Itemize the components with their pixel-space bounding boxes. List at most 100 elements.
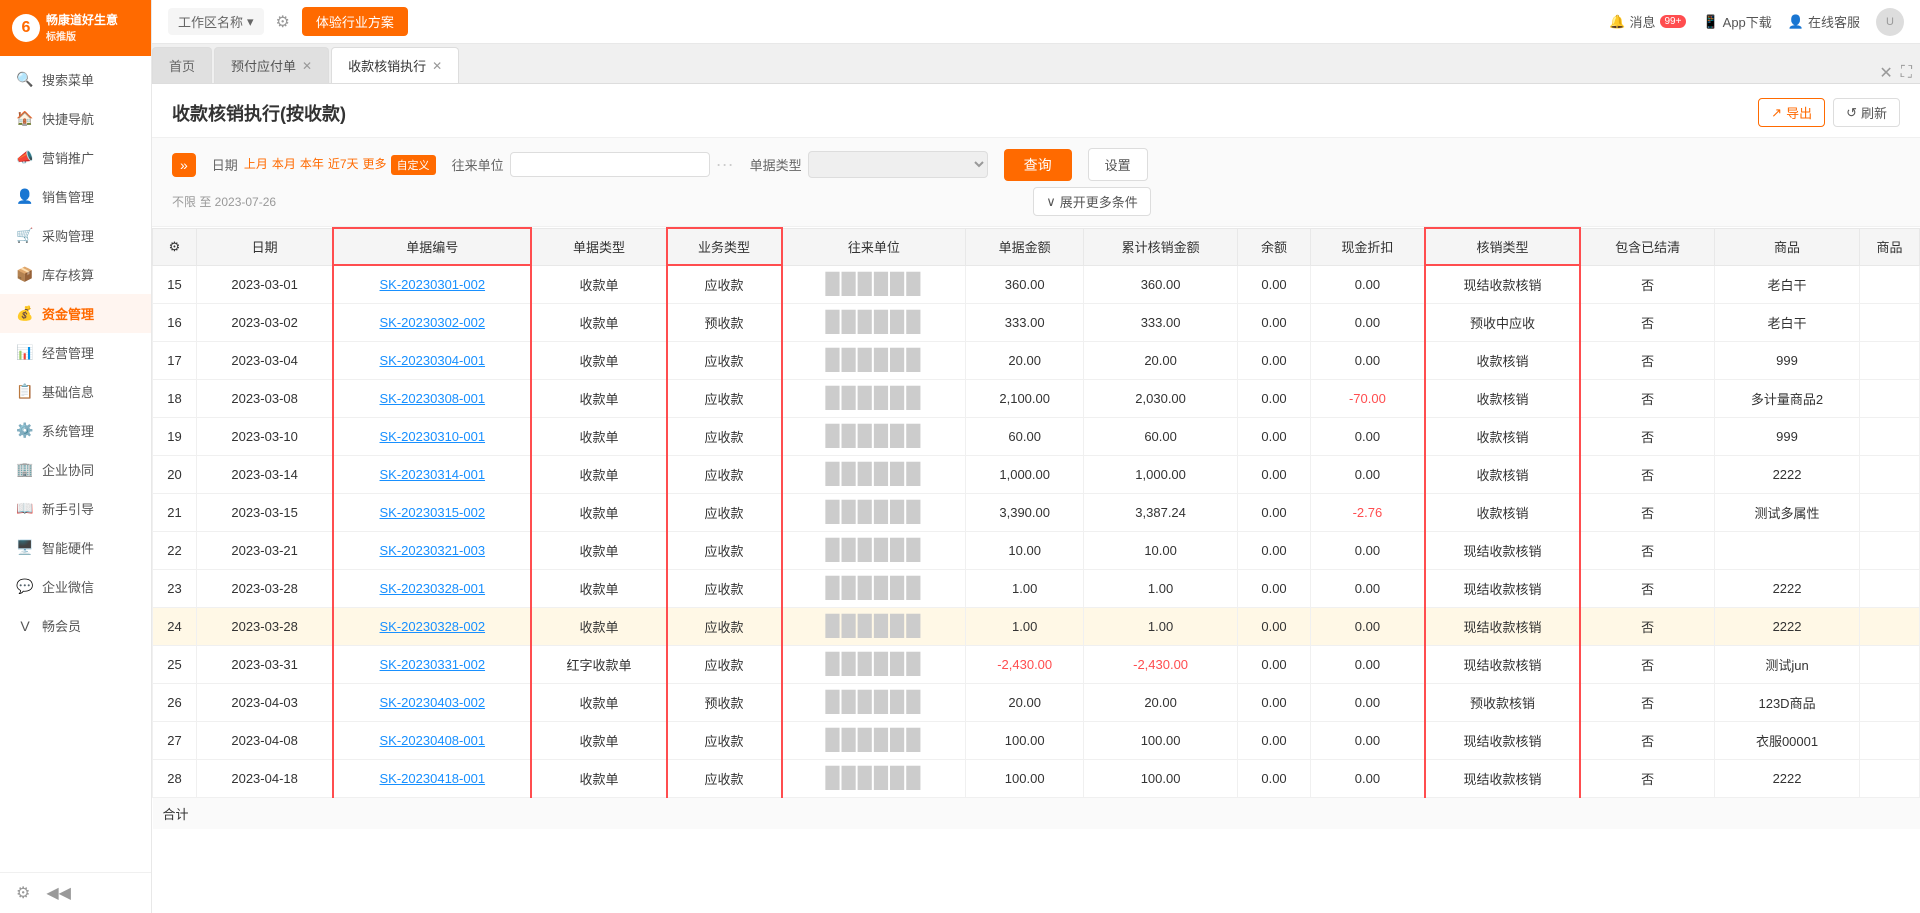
gear-icon[interactable]: ⚙ [276, 12, 290, 32]
collapse-icon[interactable]: ◀◀ [46, 883, 71, 903]
cell-partner: ██████ [782, 721, 966, 759]
sidebar-item-quicknav[interactable]: 🏠 快捷导航 [0, 99, 151, 138]
workspace-selector[interactable]: 工作区名称 ▾ [168, 8, 264, 35]
cell-balance: 0.00 [1238, 341, 1311, 379]
sidebar-menu: 🔍 搜索菜单 🏠 快捷导航 📣 营销推广 👤 销售管理 🛒 采购管理 📦 库存核… [0, 56, 151, 872]
table-row: 16 2023-03-02 SK-20230302-002 收款单 预收款 ██… [153, 303, 1920, 341]
sidebar-item-inventory[interactable]: 📦 库存核算 [0, 255, 151, 294]
cell-include-settled: 否 [1580, 493, 1714, 531]
date-7days[interactable]: 近7天 [328, 155, 359, 175]
cell-product2 [1860, 759, 1920, 797]
sidebar-item-wechat[interactable]: 💬 企业微信 [0, 567, 151, 606]
cell-core-type: 现结收款核销 [1425, 265, 1580, 303]
bill-no-link[interactable]: SK-20230403-002 [380, 695, 486, 710]
date-custom-button[interactable]: 自定义 [391, 155, 436, 175]
bill-no-link[interactable]: SK-20230304-001 [380, 353, 486, 368]
tab-close-all-icon[interactable]: ✕ [1879, 63, 1892, 83]
app-download-button[interactable]: 📱 App下载 [1702, 12, 1771, 31]
sidebar-item-search[interactable]: 🔍 搜索菜单 [0, 60, 151, 99]
date-last-month[interactable]: 上月 [244, 155, 268, 175]
expand-more-conditions-button[interactable]: ∨ 展开更多条件 [1033, 187, 1151, 216]
sidebar-item-marketing[interactable]: 📣 营销推广 [0, 138, 151, 177]
tab-collection[interactable]: 收款核销执行 ✕ [331, 47, 459, 83]
partner-filter-input[interactable] [510, 152, 710, 177]
cell-product: 测试jun [1715, 645, 1860, 683]
industry-solution-button[interactable]: 体验行业方案 [302, 7, 408, 36]
sidebar-item-enterprise[interactable]: 🏢 企业协同 [0, 450, 151, 489]
tab-prepay[interactable]: 预付应付单 ✕ [214, 47, 329, 83]
sidebar-item-sales[interactable]: 👤 销售管理 [0, 177, 151, 216]
tab-expand-icon[interactable]: ⛶ [1901, 64, 1912, 82]
cell-balance: 0.00 [1238, 645, 1311, 683]
refresh-button[interactable]: ↺ 刷新 [1833, 98, 1900, 127]
sidebar-item-member[interactable]: V 畅会员 [0, 606, 151, 645]
date-filter-label: 日期 [212, 155, 238, 174]
bill-no-link[interactable]: SK-20230408-001 [380, 733, 486, 748]
bill-no-link[interactable]: SK-20230301-002 [380, 277, 486, 292]
bill-no-link[interactable]: SK-20230321-003 [380, 543, 486, 558]
cell-cash-discount: 0.00 [1311, 683, 1425, 721]
bill-no-link[interactable]: SK-20230314-001 [380, 467, 486, 482]
cell-balance: 0.00 [1238, 531, 1311, 569]
avatar[interactable]: U [1876, 8, 1904, 36]
export-button[interactable]: ↗ 导出 [1758, 98, 1825, 127]
purchase-icon: 🛒 [16, 227, 34, 244]
cell-product: 测试多属性 [1715, 493, 1860, 531]
cell-date: 2023-03-14 [197, 455, 334, 493]
cell-cash-discount: -2.76 [1311, 493, 1425, 531]
service-icon: 👤 [1788, 14, 1804, 30]
query-button[interactable]: 查询 [1004, 149, 1072, 181]
settings-gear-icon[interactable]: ⚙ [16, 883, 30, 903]
bill-no-link[interactable]: SK-20230418-001 [380, 771, 486, 786]
bill-no-link[interactable]: SK-20230328-002 [380, 619, 486, 634]
page-actions: ↗ 导出 ↺ 刷新 [1758, 98, 1900, 127]
message-button[interactable]: 🔔 消息 99+ [1609, 12, 1686, 31]
online-service-button[interactable]: 👤 在线客服 [1788, 12, 1860, 31]
date-this-year[interactable]: 本年 [300, 155, 324, 175]
wechat-icon: 💬 [16, 578, 34, 595]
sidebar-item-operation[interactable]: 📊 经营管理 [0, 333, 151, 372]
bill-no-link[interactable]: SK-20230310-001 [380, 429, 486, 444]
cell-biz-type: 预收款 [667, 683, 782, 721]
cell-no: 28 [153, 759, 197, 797]
settings-button[interactable]: 设置 [1088, 148, 1148, 181]
sidebar-item-guide[interactable]: 📖 新手引导 [0, 489, 151, 528]
sidebar-item-finance[interactable]: 💰 资金管理 [0, 294, 151, 333]
tab-collection-close[interactable]: ✕ [432, 59, 442, 73]
bill-no-link[interactable]: SK-20230331-002 [380, 657, 486, 672]
cell-bill-type: 收款单 [531, 607, 666, 645]
cell-amount: 100.00 [966, 721, 1084, 759]
receipt-type-select[interactable] [808, 151, 988, 178]
filter-second-row: 不限 至 2023-07-26 ∨ 展开更多条件 [172, 187, 1900, 216]
cell-product [1715, 531, 1860, 569]
cell-acc-amount: 1.00 [1084, 569, 1238, 607]
cell-date: 2023-04-03 [197, 683, 334, 721]
data-table-container: ⚙ 日期 单据编号 单据类型 业务类型 往来单位 单据金额 累计核销金额 余额 … [152, 227, 1920, 913]
cell-amount: 333.00 [966, 303, 1084, 341]
sidebar-item-hardware[interactable]: 🖥️ 智能硬件 [0, 528, 151, 567]
cell-bill-no: SK-20230403-002 [333, 683, 531, 721]
phone-icon: 📱 [1702, 14, 1718, 30]
tabbar-actions: ✕ ⛶ [1871, 63, 1920, 83]
cell-date: 2023-04-18 [197, 759, 334, 797]
col-settings[interactable]: ⚙ [153, 228, 197, 265]
sidebar-item-purchase[interactable]: 🛒 采购管理 [0, 216, 151, 255]
cell-product: 衣服00001 [1715, 721, 1860, 759]
date-more[interactable]: 更多 [363, 155, 387, 175]
content-area: 收款核销执行(按收款) ↗ 导出 ↺ 刷新 » 日期 上月 [152, 84, 1920, 913]
tab-prepay-close[interactable]: ✕ [302, 59, 312, 73]
cell-bill-no: SK-20230302-002 [333, 303, 531, 341]
bill-no-link[interactable]: SK-20230315-002 [380, 505, 486, 520]
cell-bill-no: SK-20230315-002 [333, 493, 531, 531]
cell-core-type: 现结收款核销 [1425, 569, 1580, 607]
bill-no-link[interactable]: SK-20230308-001 [380, 391, 486, 406]
bill-no-link[interactable]: SK-20230328-001 [380, 581, 486, 596]
filter-expand-button[interactable]: » [172, 153, 196, 177]
sidebar-item-basic[interactable]: 📋 基础信息 [0, 372, 151, 411]
sidebar-item-system[interactable]: ⚙️ 系统管理 [0, 411, 151, 450]
tab-home[interactable]: 首页 [152, 47, 212, 83]
date-this-month[interactable]: 本月 [272, 155, 296, 175]
table-row: 24 2023-03-28 SK-20230328-002 收款单 应收款 ██… [153, 607, 1920, 645]
bill-no-link[interactable]: SK-20230302-002 [380, 315, 486, 330]
column-settings-icon[interactable]: ⚙ [169, 239, 181, 254]
